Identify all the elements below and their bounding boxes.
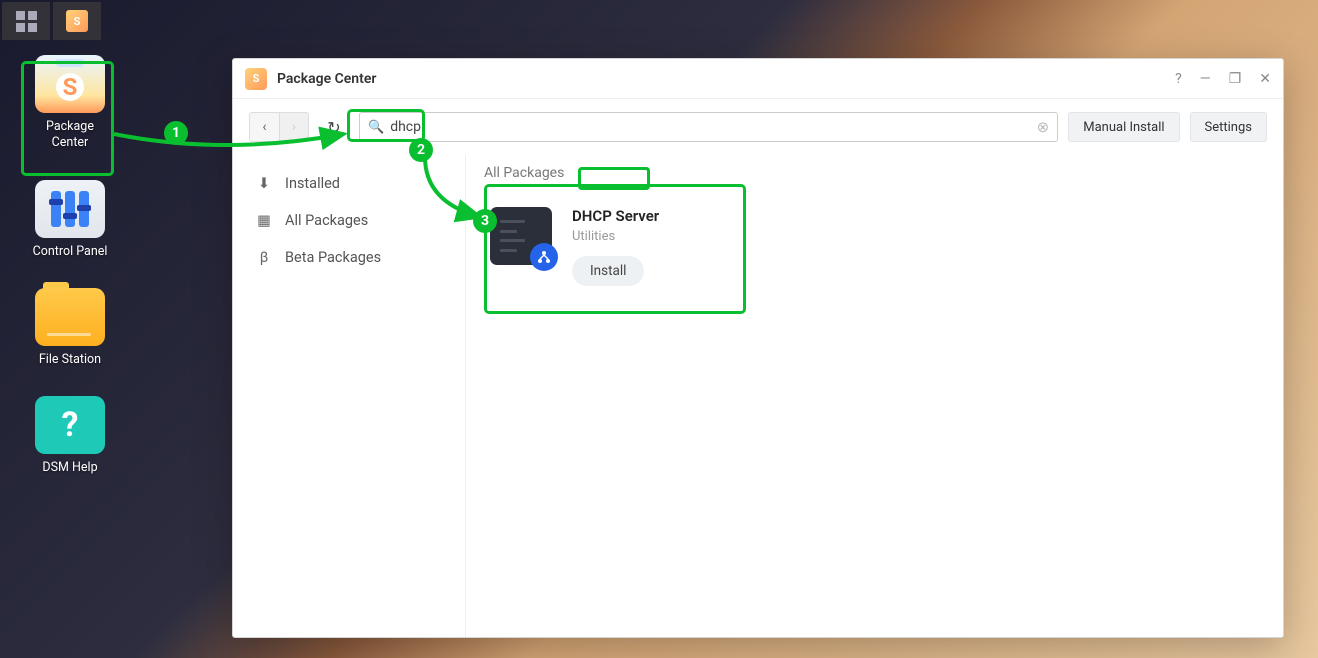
manual-install-button[interactable]: Manual Install <box>1068 112 1179 142</box>
sidebar-installed[interactable]: ⬇ Installed <box>245 165 453 202</box>
sidebar-all-packages[interactable]: ▦ All Packages <box>245 202 453 239</box>
taskbar: S <box>0 0 103 42</box>
maximize-button[interactable]: ❐ <box>1229 71 1242 87</box>
window-title: Package Center <box>277 71 1175 87</box>
titlebar[interactable]: S Package Center ? — ❐ ✕ <box>233 59 1283 99</box>
control-panel-icon <box>35 180 105 238</box>
taskbar-grid-menu[interactable] <box>2 2 50 40</box>
sidebar-item-label: Installed <box>285 175 340 192</box>
sidebar-item-label: All Packages <box>285 212 368 229</box>
annotation-step-1: 1 <box>164 121 188 145</box>
desktop: S Package Center Control Panel File Stat… <box>20 55 120 476</box>
package-thumbnail <box>490 207 552 265</box>
toolbar: ‹ › ↻ 🔍 ⊗ Manual Install Settings <box>233 99 1283 155</box>
refresh-button[interactable]: ↻ <box>319 112 349 142</box>
dsm-help-icon: ? <box>35 396 105 454</box>
install-button[interactable]: Install <box>572 256 644 286</box>
sidebar-beta-packages[interactable]: β Beta Packages <box>245 239 453 276</box>
download-icon: ⬇ <box>255 175 273 192</box>
desktop-package-center[interactable]: S Package Center <box>20 55 120 152</box>
desktop-file-station[interactable]: File Station <box>20 288 120 368</box>
settings-button[interactable]: Settings <box>1190 112 1267 142</box>
close-button[interactable]: ✕ <box>1259 71 1271 87</box>
help-icon[interactable]: ? <box>1175 71 1182 87</box>
desktop-label: File Station <box>39 352 101 368</box>
package-center-icon: S <box>35 55 105 113</box>
search-box[interactable]: 🔍 ⊗ <box>359 112 1058 142</box>
package-name: DHCP Server <box>572 207 728 225</box>
beta-icon: β <box>255 249 273 266</box>
sidebar-item-label: Beta Packages <box>285 249 381 266</box>
package-center-window: S Package Center ? — ❐ ✕ ‹ › ↻ 🔍 ⊗ Manua… <box>232 58 1284 638</box>
app-icon: S <box>245 68 267 90</box>
nav-forward-button[interactable]: › <box>279 112 309 142</box>
taskbar-package-center[interactable]: S <box>53 2 101 40</box>
content-area: All Packages DHCP Server Utilities Insta… <box>465 155 1283 637</box>
nav-back-button[interactable]: ‹ <box>249 112 279 142</box>
package-card-dhcp-server[interactable]: DHCP Server Utilities Install <box>484 195 734 304</box>
clear-search-icon[interactable]: ⊗ <box>1037 118 1050 136</box>
sidebar: ⬇ Installed ▦ All Packages β Beta Packag… <box>233 155 465 637</box>
search-icon: 🔍 <box>368 120 384 135</box>
desktop-label: DSM Help <box>42 460 97 476</box>
minimize-button[interactable]: — <box>1200 71 1211 87</box>
desktop-label: Control Panel <box>33 244 108 260</box>
package-center-icon: S <box>66 10 88 32</box>
desktop-label: Package Center <box>46 119 94 152</box>
grid-icon <box>16 11 37 32</box>
desktop-dsm-help[interactable]: ? DSM Help <box>20 396 120 476</box>
desktop-control-panel[interactable]: Control Panel <box>20 180 120 260</box>
package-category: Utilities <box>572 229 728 244</box>
section-title: All Packages <box>484 165 1265 181</box>
file-station-icon <box>35 288 105 346</box>
search-input[interactable] <box>390 119 1036 135</box>
grid-icon: ▦ <box>255 212 273 229</box>
network-icon <box>530 243 558 271</box>
